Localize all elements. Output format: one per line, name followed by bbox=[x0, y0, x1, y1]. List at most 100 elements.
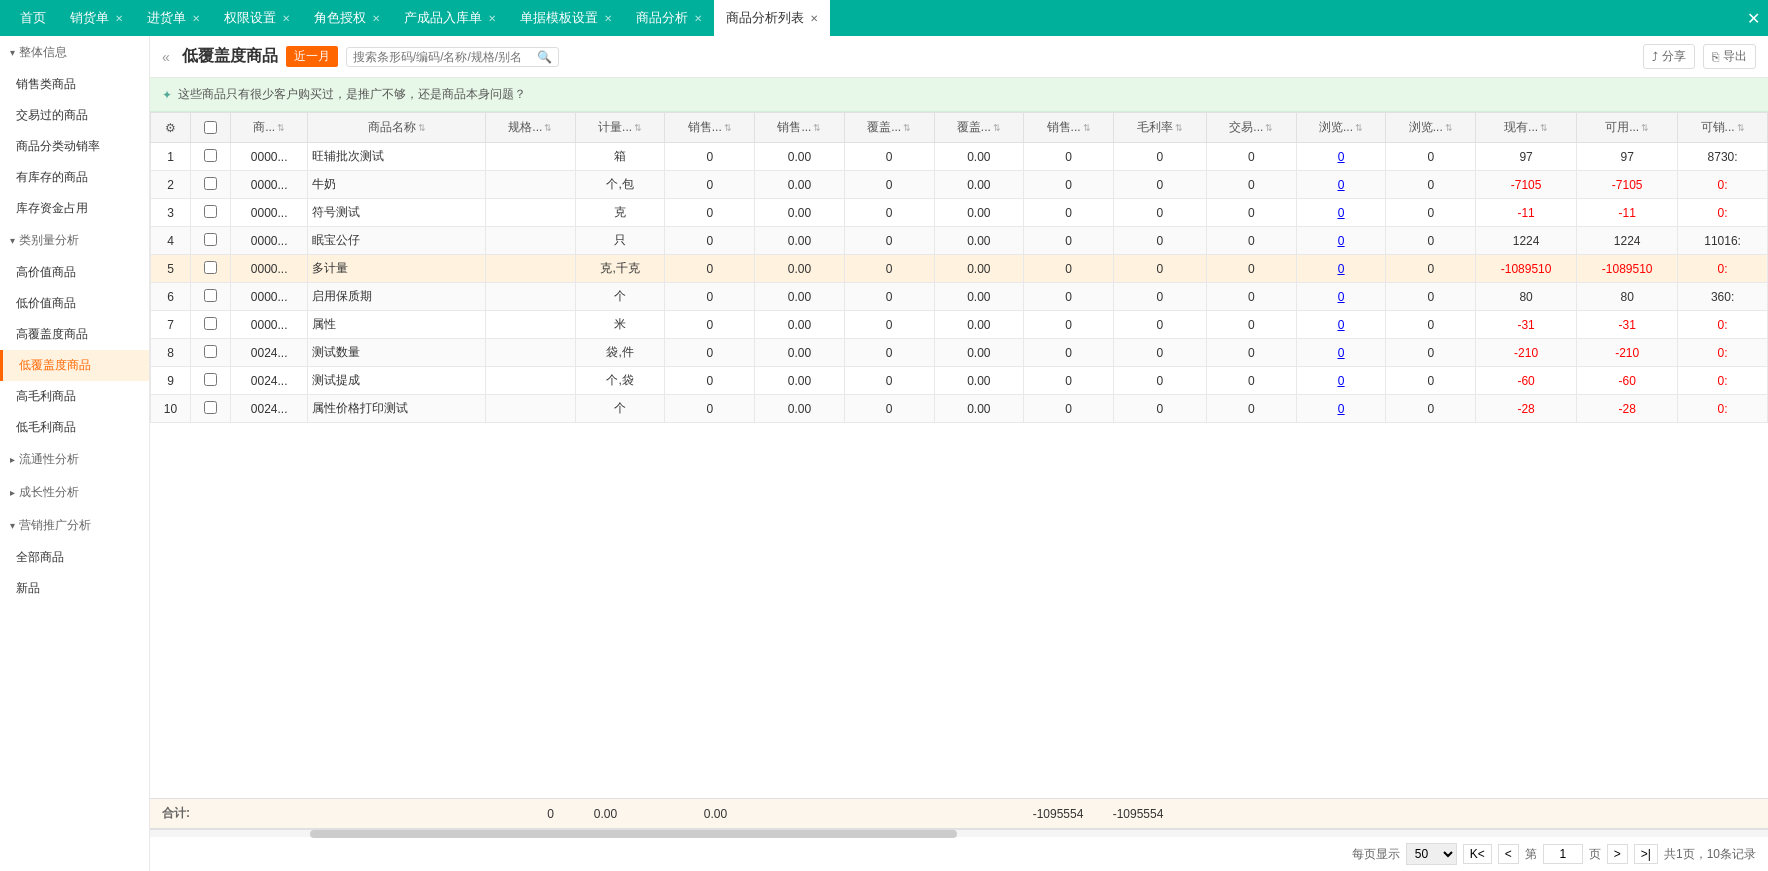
sidebar-item-turnover-rate[interactable]: 商品分类动销率 bbox=[0, 131, 149, 162]
row-checkbox[interactable] bbox=[204, 261, 217, 274]
sidebar-item-low-profit[interactable]: 低毛利商品 bbox=[0, 412, 149, 443]
cell-browse-a[interactable]: 0 bbox=[1296, 339, 1386, 367]
cell-checkbox[interactable] bbox=[191, 395, 231, 423]
cell-browse-a[interactable]: 0 bbox=[1296, 255, 1386, 283]
row-checkbox[interactable] bbox=[204, 149, 217, 162]
row-checkbox[interactable] bbox=[204, 317, 217, 330]
search-icon[interactable]: 🔍 bbox=[537, 50, 552, 64]
per-page-select[interactable]: 20 50 100 bbox=[1406, 843, 1457, 865]
close-permissions-icon[interactable]: ✕ bbox=[282, 13, 290, 24]
nav-purchase[interactable]: 进货单 ✕ bbox=[135, 0, 212, 36]
search-input[interactable] bbox=[353, 50, 533, 64]
nav-home[interactable]: 首页 bbox=[8, 0, 58, 36]
sidebar-item-high-coverage[interactable]: 高覆盖度商品 bbox=[0, 319, 149, 350]
first-page-button[interactable]: K< bbox=[1463, 844, 1492, 864]
row-checkbox[interactable] bbox=[204, 177, 217, 190]
close-analysis-icon[interactable]: ✕ bbox=[694, 13, 702, 24]
sort-browse-b-icon[interactable]: ⇅ bbox=[1445, 123, 1453, 133]
sort-current-icon[interactable]: ⇅ bbox=[1540, 123, 1548, 133]
sidebar-item-low-value[interactable]: 低价值商品 bbox=[0, 288, 149, 319]
sidebar-group-overall[interactable]: ▾ 整体信息 bbox=[0, 36, 149, 69]
sort-sales-amt-icon[interactable]: ⇅ bbox=[813, 123, 821, 133]
row-checkbox[interactable] bbox=[204, 401, 217, 414]
cell-cov-a: 0 bbox=[844, 143, 934, 171]
prev-page-button[interactable]: < bbox=[1498, 844, 1519, 864]
period-button[interactable]: 近一月 bbox=[286, 46, 338, 67]
sort-trans-icon[interactable]: ⇅ bbox=[1265, 123, 1273, 133]
sort-code-icon[interactable]: ⇅ bbox=[277, 123, 285, 133]
sort-sellable-icon[interactable]: ⇅ bbox=[1737, 123, 1745, 133]
row-checkbox[interactable] bbox=[204, 205, 217, 218]
cell-checkbox[interactable] bbox=[191, 143, 231, 171]
cell-browse-a[interactable]: 0 bbox=[1296, 227, 1386, 255]
row-checkbox[interactable] bbox=[204, 289, 217, 302]
sidebar-item-in-stock[interactable]: 有库存的商品 bbox=[0, 162, 149, 193]
settings-icon[interactable]: ⚙ bbox=[165, 121, 176, 135]
next-page-button[interactable]: > bbox=[1607, 844, 1628, 864]
sidebar-item-stock-capital[interactable]: 库存资金占用 bbox=[0, 193, 149, 224]
cell-checkbox[interactable] bbox=[191, 339, 231, 367]
sidebar-group-circulation[interactable]: ▸ 流通性分析 bbox=[0, 443, 149, 476]
cell-browse-a[interactable]: 0 bbox=[1296, 283, 1386, 311]
close-purchase-icon[interactable]: ✕ bbox=[192, 13, 200, 24]
cell-spec bbox=[486, 227, 576, 255]
cell-browse-a[interactable]: 0 bbox=[1296, 367, 1386, 395]
sidebar-item-sales-products[interactable]: 销售类商品 bbox=[0, 69, 149, 100]
cell-checkbox[interactable] bbox=[191, 227, 231, 255]
cell-checkbox[interactable] bbox=[191, 283, 231, 311]
close-roles-icon[interactable]: ✕ bbox=[372, 13, 380, 24]
cell-browse-a[interactable]: 0 bbox=[1296, 171, 1386, 199]
sidebar-item-high-value[interactable]: 高价值商品 bbox=[0, 257, 149, 288]
nav-permissions[interactable]: 权限设置 ✕ bbox=[212, 0, 302, 36]
nav-sales[interactable]: 销货单 ✕ bbox=[58, 0, 135, 36]
collapse-sidebar-button[interactable]: « bbox=[162, 49, 170, 65]
close-all-button[interactable]: ✕ bbox=[1747, 9, 1760, 28]
sidebar-item-high-profit[interactable]: 高毛利商品 bbox=[0, 381, 149, 412]
sort-gross-icon[interactable]: ⇅ bbox=[1175, 123, 1183, 133]
nav-products[interactable]: 产成品入库单 ✕ bbox=[392, 0, 508, 36]
export-button[interactable]: ⎘ 导出 bbox=[1703, 44, 1756, 69]
row-checkbox[interactable] bbox=[204, 233, 217, 246]
sort-spec-icon[interactable]: ⇅ bbox=[544, 123, 552, 133]
cell-browse-a[interactable]: 0 bbox=[1296, 199, 1386, 227]
sort-sales-qty-icon[interactable]: ⇅ bbox=[724, 123, 732, 133]
sidebar-item-low-coverage[interactable]: 低覆盖度商品 bbox=[0, 350, 149, 381]
nav-templates[interactable]: 单据模板设置 ✕ bbox=[508, 0, 624, 36]
sidebar-group-category[interactable]: ▾ 类别量分析 bbox=[0, 224, 149, 257]
sidebar-item-traded-products[interactable]: 交易过的商品 bbox=[0, 100, 149, 131]
cell-checkbox[interactable] bbox=[191, 367, 231, 395]
sort-name-icon[interactable]: ⇅ bbox=[418, 123, 426, 133]
cell-checkbox[interactable] bbox=[191, 171, 231, 199]
sort-sales-c-icon[interactable]: ⇅ bbox=[1083, 123, 1091, 133]
sort-cov-a-icon[interactable]: ⇅ bbox=[903, 123, 911, 133]
close-sales-icon[interactable]: ✕ bbox=[115, 13, 123, 24]
sort-available-icon[interactable]: ⇅ bbox=[1641, 123, 1649, 133]
sidebar-item-all-products[interactable]: 全部商品 bbox=[0, 542, 149, 573]
cell-checkbox[interactable] bbox=[191, 255, 231, 283]
share-button[interactable]: ⤴ 分享 bbox=[1643, 44, 1695, 69]
cell-browse-a[interactable]: 0 bbox=[1296, 311, 1386, 339]
row-checkbox[interactable] bbox=[204, 373, 217, 386]
cell-browse-a[interactable]: 0 bbox=[1296, 143, 1386, 171]
close-analysis-list-icon[interactable]: ✕ bbox=[810, 13, 818, 24]
page-input[interactable] bbox=[1543, 844, 1583, 864]
scrollbar-area[interactable] bbox=[150, 829, 1768, 837]
row-checkbox[interactable] bbox=[204, 345, 217, 358]
sort-browse-a-icon[interactable]: ⇅ bbox=[1355, 123, 1363, 133]
cell-browse-a[interactable]: 0 bbox=[1296, 395, 1386, 423]
cell-checkbox[interactable] bbox=[191, 199, 231, 227]
sort-cov-b-icon[interactable]: ⇅ bbox=[993, 123, 1001, 133]
sidebar-item-new-products[interactable]: 新品 bbox=[0, 573, 149, 604]
last-page-button[interactable]: >| bbox=[1634, 844, 1658, 864]
sidebar-group-growth[interactable]: ▸ 成长性分析 bbox=[0, 476, 149, 509]
select-all-checkbox[interactable] bbox=[204, 121, 217, 134]
close-templates-icon[interactable]: ✕ bbox=[604, 13, 612, 24]
sort-unit-icon[interactable]: ⇅ bbox=[634, 123, 642, 133]
nav-analysis-list[interactable]: 商品分析列表 ✕ bbox=[714, 0, 830, 36]
cell-checkbox[interactable] bbox=[191, 311, 231, 339]
close-products-icon[interactable]: ✕ bbox=[488, 13, 496, 24]
nav-roles[interactable]: 角色授权 ✕ bbox=[302, 0, 392, 36]
table-container[interactable]: ⚙ 商...⇅ 商品名称⇅ 规 bbox=[150, 112, 1768, 798]
nav-analysis[interactable]: 商品分析 ✕ bbox=[624, 0, 714, 36]
sidebar-group-marketing[interactable]: ▾ 营销推广分析 bbox=[0, 509, 149, 542]
